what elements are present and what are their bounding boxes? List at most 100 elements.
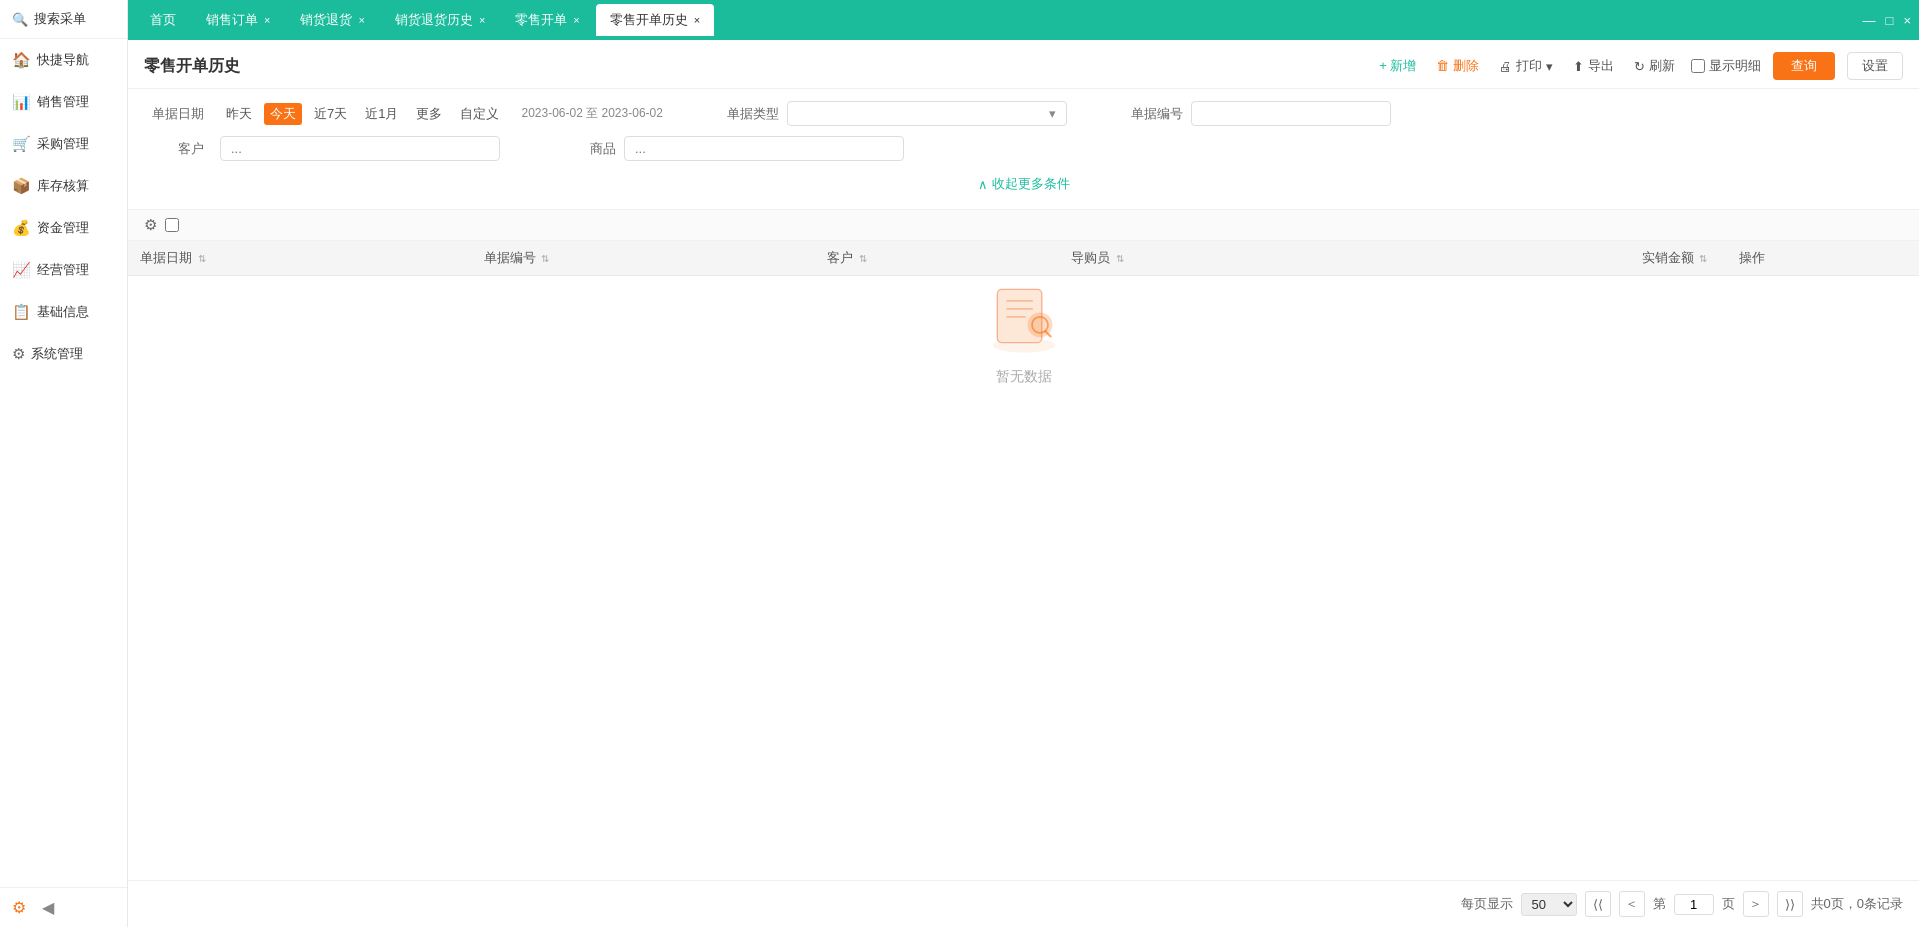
- goods-field[interactable]: [635, 141, 893, 156]
- tab-home[interactable]: 首页: [136, 4, 190, 36]
- export-icon: ⬆: [1573, 59, 1584, 74]
- order-no-input[interactable]: [1191, 101, 1391, 126]
- date-opt-yesterday[interactable]: 昨天: [220, 103, 258, 125]
- select-all-checkbox[interactable]: [165, 218, 179, 232]
- empty-text: 暂无数据: [996, 368, 1052, 386]
- tab-retail-history-label: 零售开单历史: [610, 11, 688, 29]
- sidebar-search[interactable]: 🔍 搜索采单: [0, 0, 127, 39]
- th-salesman[interactable]: 导购员 ⇅: [1059, 241, 1353, 276]
- date-options: 昨天 今天 近7天 近1月 更多 自定义: [220, 103, 505, 125]
- prev-page-button[interactable]: ＜: [1619, 891, 1645, 917]
- sort-icon: ⇅: [541, 253, 549, 264]
- tab-sales-return-label: 销货退货: [300, 11, 352, 29]
- sidebar-item-system[interactable]: ⚙ 系统管理: [0, 333, 127, 375]
- sidebar-item-quick-nav[interactable]: 🏠 快捷导航: [0, 39, 127, 81]
- date-opt-today[interactable]: 今天: [264, 103, 302, 125]
- delete-button[interactable]: 🗑 删除: [1432, 55, 1483, 77]
- filter-row-date: 单据日期 昨天 今天 近7天 近1月 更多 自定义 2023-06-02 至 2…: [144, 101, 1903, 126]
- sidebar-item-purchase-mgmt[interactable]: 🛒 采购管理: [0, 123, 127, 165]
- tab-sales-return-history-label: 销货退货历史: [395, 11, 473, 29]
- page-number-input[interactable]: 1: [1674, 894, 1714, 915]
- tab-sales-order-label: 销售订单: [206, 11, 258, 29]
- date-opt-custom[interactable]: 自定义: [454, 103, 505, 125]
- query-button[interactable]: 查询: [1773, 52, 1835, 80]
- tab-retail-open-label: 零售开单: [515, 11, 567, 29]
- customer-field[interactable]: [231, 141, 489, 156]
- date-opt-7days[interactable]: 近7天: [308, 103, 353, 125]
- add-button[interactable]: + 新增: [1375, 55, 1420, 77]
- close-button[interactable]: ×: [1903, 13, 1911, 28]
- refresh-button[interactable]: ↻ 刷新: [1630, 55, 1679, 77]
- sidebar-item-operations[interactable]: 📈 经营管理: [0, 249, 127, 291]
- purchase-icon: 🛒: [12, 135, 31, 153]
- order-no-field[interactable]: [1202, 106, 1380, 121]
- sort-icon: ⇅: [198, 253, 206, 264]
- search-icon: 🔍: [12, 12, 28, 27]
- th-amount[interactable]: 实销金额 ⇅: [1353, 241, 1727, 276]
- collapse-icon[interactable]: ◀: [42, 898, 54, 917]
- th-customer[interactable]: 客户 ⇅: [815, 241, 1059, 276]
- print-button[interactable]: 🖨 打印 ▾: [1495, 55, 1557, 77]
- data-table: 单据日期 ⇅ 单据编号 ⇅ 客户 ⇅: [128, 241, 1919, 276]
- customer-input[interactable]: [220, 136, 500, 161]
- date-opt-1month[interactable]: 近1月: [359, 103, 404, 125]
- close-icon[interactable]: ×: [479, 14, 485, 26]
- filter-row-customer: 客户 商品: [144, 136, 1903, 161]
- sales-icon: 📊: [12, 93, 31, 111]
- tab-retail-history[interactable]: 零售开单历史 ×: [596, 4, 714, 36]
- filter-area: 单据日期 昨天 今天 近7天 近1月 更多 自定义 2023-06-02 至 2…: [128, 89, 1919, 210]
- close-icon[interactable]: ×: [573, 14, 579, 26]
- page-title: 零售开单历史: [144, 56, 1375, 77]
- date-opt-more[interactable]: 更多: [410, 103, 448, 125]
- page-label-after: 页: [1722, 895, 1735, 913]
- settings-icon[interactable]: ⚙: [12, 898, 26, 917]
- finance-icon: 💰: [12, 219, 31, 237]
- table-settings-gear[interactable]: ⚙: [144, 216, 157, 234]
- collapse-conditions[interactable]: ∧ 收起更多条件: [144, 171, 1903, 197]
- per-page-label: 每页显示: [1461, 895, 1513, 913]
- chevron-down-icon: ▾: [1049, 106, 1056, 121]
- refresh-icon: ↻: [1634, 59, 1645, 74]
- sidebar-item-label: 销售管理: [37, 93, 89, 111]
- next-page-button[interactable]: ＞: [1743, 891, 1769, 917]
- minimize-button[interactable]: —: [1863, 13, 1876, 28]
- last-page-button[interactable]: ⟩⟩: [1777, 891, 1803, 917]
- toolbar: + 新增 🗑 删除 🖨 打印 ▾ ⬆ 导出 ↻ 刷新 显示明细: [1375, 52, 1903, 80]
- tab-sales-order[interactable]: 销售订单 ×: [192, 4, 284, 36]
- goods-input[interactable]: [624, 136, 904, 161]
- close-icon[interactable]: ×: [694, 14, 700, 26]
- sidebar-item-label: 资金管理: [37, 219, 89, 237]
- first-page-button[interactable]: ⟨⟨: [1585, 891, 1611, 917]
- tab-sales-return-history[interactable]: 销货退货历史 ×: [381, 4, 499, 36]
- date-range: 2023-06-02 至 2023-06-02: [521, 105, 662, 122]
- sidebar-bottom: ⚙ ◀: [0, 887, 127, 927]
- chevron-up-icon: ∧: [978, 177, 988, 192]
- export-button[interactable]: ⬆ 导出: [1569, 55, 1618, 77]
- close-icon[interactable]: ×: [264, 14, 270, 26]
- th-no[interactable]: 单据编号 ⇅: [472, 241, 816, 276]
- settings-button[interactable]: 设置: [1847, 52, 1903, 80]
- sidebar-item-sales-mgmt[interactable]: 📊 销售管理: [0, 81, 127, 123]
- close-icon[interactable]: ×: [358, 14, 364, 26]
- sidebar-item-label: 库存核算: [37, 177, 89, 195]
- sidebar-item-label: 采购管理: [37, 135, 89, 153]
- order-type-select[interactable]: ▾: [787, 101, 1067, 126]
- page-size-select[interactable]: 50 10 20 100: [1521, 893, 1577, 916]
- th-date[interactable]: 单据日期 ⇅: [128, 241, 472, 276]
- display-toggle-label: 显示明细: [1709, 57, 1761, 75]
- sidebar-item-inventory[interactable]: 📦 库存核算: [0, 165, 127, 207]
- display-toggle[interactable]: 显示明细: [1691, 57, 1761, 75]
- display-toggle-checkbox[interactable]: [1691, 59, 1705, 73]
- th-date-label: 单据日期: [140, 250, 192, 265]
- tab-retail-open[interactable]: 零售开单 ×: [501, 4, 593, 36]
- order-type-label: 单据类型: [719, 105, 779, 123]
- sidebar-item-basic-info[interactable]: 📋 基础信息: [0, 291, 127, 333]
- system-icon: ⚙: [12, 345, 25, 363]
- sidebar-item-finance[interactable]: 💰 资金管理: [0, 207, 127, 249]
- export-label: 导出: [1588, 57, 1614, 75]
- table-head: 单据日期 ⇅ 单据编号 ⇅ 客户 ⇅: [128, 241, 1919, 276]
- goods-label: 商品: [556, 140, 616, 158]
- tab-sales-return[interactable]: 销货退货 ×: [286, 4, 378, 36]
- maximize-button[interactable]: □: [1886, 13, 1894, 28]
- th-amount-label: 实销金额: [1642, 250, 1694, 265]
